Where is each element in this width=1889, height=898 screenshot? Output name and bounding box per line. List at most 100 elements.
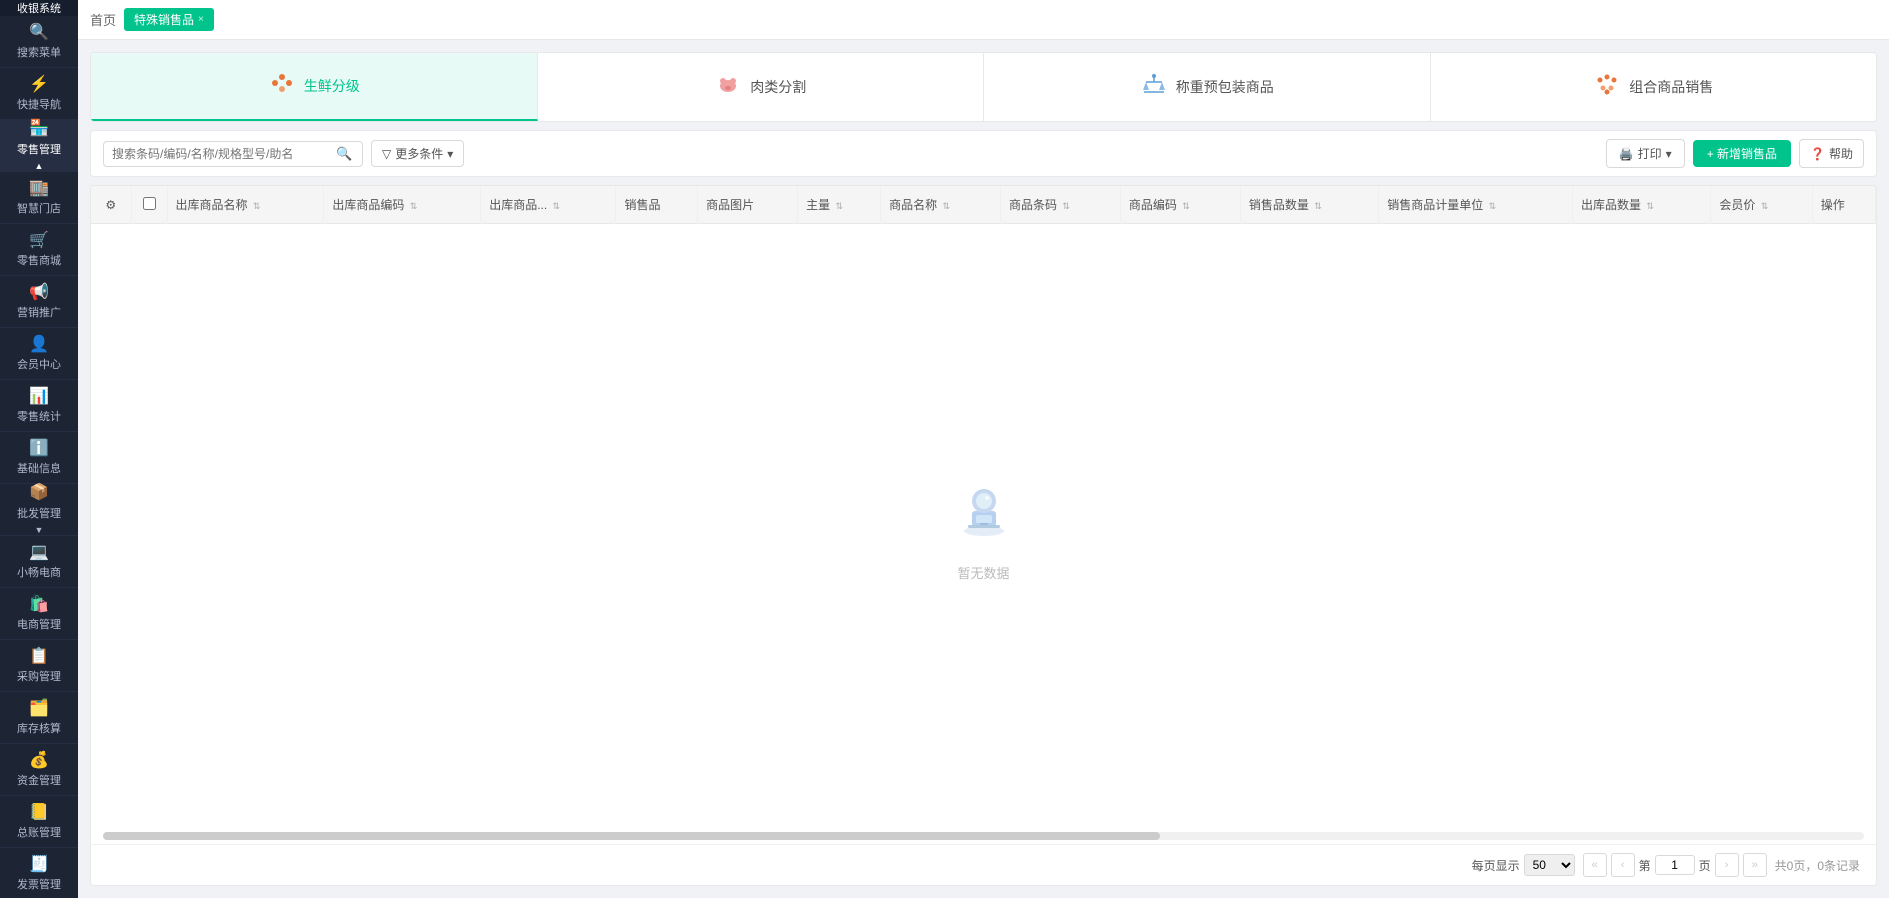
pagination: 每页显示 10 20 50 100 « ‹ <box>91 844 1876 885</box>
sidebar-item-label: 库存核算 <box>17 722 61 737</box>
sort-icon: ⇅ <box>836 201 844 211</box>
sidebar-item-purchase-mgmt[interactable]: 📋 采购管理 <box>0 640 78 692</box>
tab-combo-sales[interactable]: 组合商品销售 <box>1431 53 1877 121</box>
col-main-quantity[interactable]: 主量 ⇅ <box>798 186 881 224</box>
select-all-checkbox[interactable] <box>143 197 156 210</box>
sidebar-item-label: 零售管理 <box>17 143 61 158</box>
col-checkbox[interactable] <box>131 186 167 224</box>
col-sales-quantity[interactable]: 销售品数量 ⇅ <box>1240 186 1378 224</box>
empty-illustration <box>944 471 1024 551</box>
sidebar-item-label: 基础信息 <box>17 462 61 477</box>
col-product-barcode[interactable]: 商品条码 ⇅ <box>1001 186 1121 224</box>
empty-state: 暂无数据 <box>91 224 1876 828</box>
filter-button[interactable]: ▽ 更多条件 ▾ <box>371 140 464 167</box>
next-page-icon: › <box>1725 859 1729 871</box>
sort-icon: ⇅ <box>942 201 950 211</box>
sidebar-item-capital-mgmt[interactable]: 💰 资金管理 <box>0 744 78 796</box>
sidebar-item-wholesale-mgmt[interactable]: 📦 批发管理 ▼ <box>0 484 78 536</box>
col-out-product-x[interactable]: 出库商品... ⇅ <box>481 186 616 224</box>
col-member-price[interactable]: 会员价 ⇅ <box>1711 186 1812 224</box>
sales-promo-icon: 📢 <box>29 282 49 304</box>
search-order-icon: 🔍 <box>29 22 49 44</box>
ecom-mgmt-icon: 🛍️ <box>29 594 49 616</box>
search-box: 🔍 <box>103 141 363 167</box>
col-label: 出库品数量 <box>1581 198 1641 212</box>
sidebar-item-retail-mall[interactable]: 🛒 零售商城 <box>0 224 78 276</box>
capital-mgmt-icon: 💰 <box>29 750 49 772</box>
per-page-select[interactable]: 10 20 50 100 <box>1524 854 1575 876</box>
prev-page-button[interactable]: ‹ <box>1611 853 1635 877</box>
sidebar-item-retail-stats[interactable]: 📊 零售统计 <box>0 380 78 432</box>
search-icon[interactable]: 🔍 <box>336 146 352 162</box>
sidebar-item-search-order[interactable]: 🔍 搜索菜单 <box>0 16 78 68</box>
first-page-button[interactable]: « <box>1583 853 1607 877</box>
table-wrapper: ⚙ 出库商品名称 ⇅ 出库商品编码 ⇅ <box>90 185 1877 886</box>
retail-mall-icon: 🛒 <box>29 230 49 252</box>
retail-mgmt-icon: 🏪 <box>29 118 49 140</box>
last-page-button[interactable]: » <box>1743 853 1767 877</box>
col-label: 出库商品编码 <box>332 198 404 212</box>
help-icon: ❓ <box>1810 147 1825 161</box>
search-input[interactable] <box>112 147 332 161</box>
tab-meat-cut[interactable]: 肉类分割 <box>538 53 985 121</box>
sort-icon: ⇅ <box>553 201 561 211</box>
sidebar-item-ecom-mgmt[interactable]: 🛍️ 电商管理 <box>0 588 78 640</box>
print-icon: 🖨️ <box>1619 147 1634 161</box>
sidebar-item-basic-info[interactable]: ℹ️ 基础信息 <box>0 432 78 484</box>
sidebar-item-mini-ecom[interactable]: 💻 小畅电商 <box>0 536 78 588</box>
toolbar-right: 🖨️ 打印 ▾ + 新增销售品 ❓ 帮助 <box>1606 139 1864 168</box>
scrollbar-thumb <box>103 832 1160 840</box>
col-label: 销售品数量 <box>1249 198 1309 212</box>
add-sales-button[interactable]: + 新增销售品 <box>1693 140 1791 167</box>
retail-stats-icon: 📊 <box>29 386 49 408</box>
tab-fresh-grade[interactable]: 生鲜分级 <box>91 53 538 121</box>
home-link[interactable]: 首页 <box>90 10 116 29</box>
col-label: 会员价 <box>1719 198 1755 212</box>
active-tab-tag[interactable]: 特殊销售品 × <box>124 8 214 31</box>
col-product-name[interactable]: 商品名称 ⇅ <box>881 186 1001 224</box>
page-controls: « ‹ 第 页 › » <box>1583 853 1767 877</box>
sidebar-item-quick-nav[interactable]: ⚡ 快捷导航 <box>0 68 78 120</box>
page-suffix: 页 <box>1699 857 1711 874</box>
toolbar: 🔍 ▽ 更多条件 ▾ 🖨️ 打印 ▾ + 新增销售品 ❓ <box>90 130 1877 177</box>
sidebar-item-sales-promo[interactable]: 📢 营销推广 <box>0 276 78 328</box>
col-sales-unit[interactable]: 销售商品计量单位 ⇅ <box>1379 186 1573 224</box>
sort-icon: ⇅ <box>1182 201 1190 211</box>
fresh-grade-icon <box>268 69 296 103</box>
col-out-product-name[interactable]: 出库商品名称 ⇅ <box>167 186 324 224</box>
sidebar-item-smart-store[interactable]: 🏬 智慧门店 <box>0 172 78 224</box>
combo-sales-label: 组合商品销售 <box>1629 77 1713 97</box>
sidebar-item-general-ledger[interactable]: 📒 总账管理 <box>0 796 78 848</box>
help-button[interactable]: ❓ 帮助 <box>1799 139 1864 168</box>
filter-icon: ▽ <box>382 147 391 161</box>
fresh-grade-label: 生鲜分级 <box>304 76 360 96</box>
help-label: 帮助 <box>1829 145 1853 162</box>
topbar: 首页 特殊销售品 × <box>78 0 1889 40</box>
sidebar-item-invoice-mgmt[interactable]: 🧾 发票管理 <box>0 848 78 898</box>
horizontal-scrollbar[interactable] <box>103 832 1864 840</box>
col-label: 销售商品计量单位 <box>1387 198 1483 212</box>
inventory-icon: 🗂️ <box>29 698 49 720</box>
col-out-product-code[interactable]: 出库商品编码 ⇅ <box>324 186 481 224</box>
page-number-input[interactable] <box>1655 855 1695 875</box>
sidebar-item-label: 小畅电商 <box>17 566 61 581</box>
sidebar-item-member-center[interactable]: 👤 会员中心 <box>0 328 78 380</box>
close-tab-button[interactable]: × <box>198 14 204 25</box>
main-content: 首页 特殊销售品 × 生鲜分级 <box>78 0 1889 898</box>
sidebar-item-inventory[interactable]: 🗂️ 库存核算 <box>0 692 78 744</box>
col-out-quantity[interactable]: 出库品数量 ⇅ <box>1572 186 1710 224</box>
print-button[interactable]: 🖨️ 打印 ▾ <box>1606 139 1685 168</box>
member-center-icon: 👤 <box>29 334 49 356</box>
first-page-icon: « <box>1592 859 1598 871</box>
col-label: 出库商品名称 <box>176 198 248 212</box>
sidebar-item-retail-mgmt[interactable]: 🏪 零售管理 ▲ <box>0 120 78 172</box>
col-sales-product: 销售品 <box>616 186 698 224</box>
col-product-code[interactable]: 商品编码 ⇅ <box>1120 186 1240 224</box>
col-label: 商品图片 <box>706 198 754 212</box>
next-page-button[interactable]: › <box>1715 853 1739 877</box>
col-settings[interactable]: ⚙ <box>91 186 131 224</box>
col-label: 出库商品... <box>489 198 547 212</box>
sidebar-item-label: 零售商城 <box>17 254 61 269</box>
combo-sales-icon <box>1593 70 1621 104</box>
tab-scale-pack[interactable]: 称重预包装商品 <box>984 53 1431 121</box>
